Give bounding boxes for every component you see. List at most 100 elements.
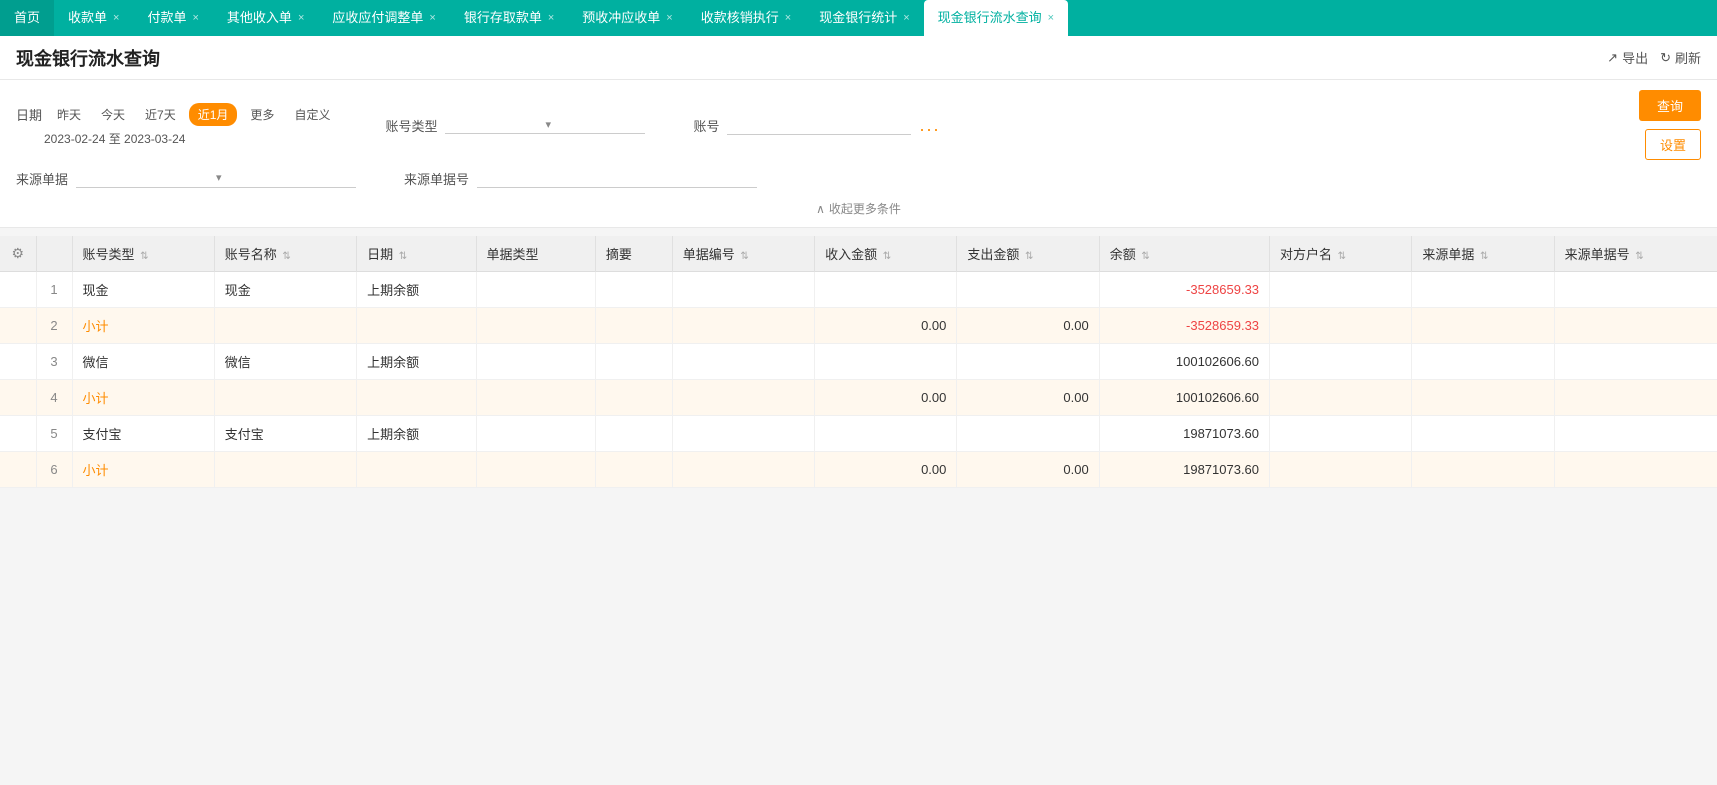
row-number: 5 (36, 416, 72, 452)
source-doc-select[interactable]: ▾ (76, 168, 356, 188)
th-account_type[interactable]: 账号类型 ⇅ (72, 236, 214, 272)
cell-summary (595, 452, 672, 488)
cell-date: 上期余额 (357, 272, 476, 308)
nav-item-现金银行流水查询[interactable]: 现金银行流水查询× (924, 0, 1068, 36)
close-icon[interactable]: × (903, 0, 909, 36)
th-summary: 摘要 (595, 236, 672, 272)
account-input[interactable] (727, 115, 911, 135)
cell-source_doc_no (1554, 452, 1717, 488)
close-icon[interactable]: × (429, 0, 435, 36)
th-account_name[interactable]: 账号名称 ⇅ (214, 236, 356, 272)
source-doc-label: 来源单据 (16, 169, 68, 188)
close-icon[interactable]: × (192, 0, 198, 36)
collapse-bar[interactable]: ∧ 收起更多条件 (16, 196, 1701, 217)
top-nav: 首页收款单×付款单×其他收入单×应收应付调整单×银行存取款单×预收冲应收单×收款… (0, 0, 1717, 36)
cell-date: 上期余额 (357, 416, 476, 452)
cell-doc_type (476, 344, 595, 380)
data-table: ⚙账号类型 ⇅账号名称 ⇅日期 ⇅单据类型摘要单据编号 ⇅收入金额 ⇅支出金额 … (0, 236, 1717, 488)
row-gear (0, 308, 36, 344)
date-btn-昨天[interactable]: 昨天 (50, 103, 88, 126)
gear-icon[interactable]: ⚙ (11, 245, 24, 261)
cell-counterpart (1270, 272, 1412, 308)
date-btn-更多[interactable]: 更多 (243, 103, 281, 126)
close-icon[interactable]: × (548, 0, 554, 36)
close-icon[interactable]: × (298, 0, 304, 36)
cell-account_type: 现金 (72, 272, 214, 308)
cell-summary (595, 272, 672, 308)
nav-item-收款单[interactable]: 收款单× (54, 0, 133, 36)
cell-counterpart (1270, 452, 1412, 488)
th-expense[interactable]: 支出金额 ⇅ (957, 236, 1099, 272)
cell-expense: 0.00 (957, 380, 1099, 416)
account-type-select[interactable]: ▾ (445, 116, 645, 134)
collapse-icon: ∧ (816, 202, 825, 216)
date-filter-group: 日期 昨天今天近7天近1月更多自定义 2023-02-24 至 2023-03-… (16, 103, 337, 147)
table-row: 2小计0.000.00-3528659.33 (0, 308, 1717, 344)
account-dots-button[interactable]: ... (919, 116, 940, 134)
filter-row-date: 日期 昨天今天近7天近1月更多自定义 2023-02-24 至 2023-03-… (16, 90, 1701, 160)
nav-item-收款核销执行[interactable]: 收款核销执行× (687, 0, 805, 36)
cell-source_doc (1412, 308, 1554, 344)
row-gear (0, 344, 36, 380)
nav-item-其他收入单[interactable]: 其他收入单× (213, 0, 318, 36)
cell-account_name: 微信 (214, 344, 356, 380)
cell-income: 0.00 (815, 452, 957, 488)
source-doc-filter: 来源单据 ▾ (16, 168, 356, 188)
th-balance[interactable]: 余额 ⇅ (1099, 236, 1269, 272)
cell-source_doc_no (1554, 308, 1717, 344)
cell-source_doc_no (1554, 344, 1717, 380)
date-btn-今天[interactable]: 今天 (94, 103, 132, 126)
nav-item-银行存取款单[interactable]: 银行存取款单× (450, 0, 568, 36)
cell-expense (957, 344, 1099, 380)
export-button[interactable]: ↗ 导出 (1607, 48, 1648, 67)
nav-item-现金银行统计[interactable]: 现金银行统计× (805, 0, 923, 36)
row-gear (0, 272, 36, 308)
row-number: 2 (36, 308, 72, 344)
th-counterpart[interactable]: 对方户名 ⇅ (1270, 236, 1412, 272)
close-icon[interactable]: × (785, 0, 791, 36)
source-doc-no-filter: 来源单据号 (404, 168, 757, 188)
date-btn-自定义[interactable]: 自定义 (287, 103, 337, 126)
cell-date (357, 380, 476, 416)
table-row: 4小计0.000.00100102606.60 (0, 380, 1717, 416)
nav-item-应收应付调整单[interactable]: 应收应付调整单× (318, 0, 449, 36)
close-icon[interactable]: × (1048, 0, 1054, 36)
cell-balance: 19871073.60 (1099, 416, 1269, 452)
th-gear: ⚙ (0, 236, 36, 272)
th-source_doc[interactable]: 来源单据 ⇅ (1412, 236, 1554, 272)
table-row: 6小计0.000.0019871073.60 (0, 452, 1717, 488)
refresh-icon: ↻ (1660, 50, 1671, 66)
close-icon[interactable]: × (113, 0, 119, 36)
close-icon[interactable]: × (666, 0, 672, 36)
source-doc-no-input[interactable] (477, 168, 757, 188)
th-source_doc_no[interactable]: 来源单据号 ⇅ (1554, 236, 1717, 272)
account-filter: 账号 ... (693, 115, 940, 135)
date-btn-近1月[interactable]: 近1月 (189, 103, 238, 126)
cell-income: 0.00 (815, 380, 957, 416)
th-date[interactable]: 日期 ⇅ (357, 236, 476, 272)
date-range: 2023-02-24 至 2023-03-24 (44, 130, 337, 147)
cell-account_type: 小计 (72, 380, 214, 416)
cell-balance: -3528659.33 (1099, 272, 1269, 308)
cell-balance: -3528659.33 (1099, 308, 1269, 344)
page-title: 现金银行流水查询 (16, 45, 160, 71)
th-income[interactable]: 收入金额 ⇅ (815, 236, 957, 272)
nav-item-首页[interactable]: 首页 (0, 0, 54, 36)
row-number: 4 (36, 380, 72, 416)
settings-button[interactable]: 设置 (1645, 129, 1701, 160)
nav-item-付款单[interactable]: 付款单× (133, 0, 212, 36)
th-doc_no[interactable]: 单据编号 ⇅ (672, 236, 814, 272)
table-body: 1现金现金上期余额-3528659.332小计0.000.00-3528659.… (0, 272, 1717, 488)
cell-counterpart (1270, 344, 1412, 380)
refresh-button[interactable]: ↻ 刷新 (1660, 48, 1701, 67)
cell-source_doc (1412, 344, 1554, 380)
nav-item-预收冲应收单[interactable]: 预收冲应收单× (568, 0, 686, 36)
cell-doc_type (476, 452, 595, 488)
filter-area: 日期 昨天今天近7天近1月更多自定义 2023-02-24 至 2023-03-… (0, 80, 1717, 228)
query-button[interactable]: 查询 (1639, 90, 1701, 121)
cell-summary (595, 308, 672, 344)
cell-counterpart (1270, 380, 1412, 416)
date-btn-近7天[interactable]: 近7天 (138, 103, 183, 126)
cell-doc_no (672, 416, 814, 452)
cell-source_doc_no (1554, 380, 1717, 416)
